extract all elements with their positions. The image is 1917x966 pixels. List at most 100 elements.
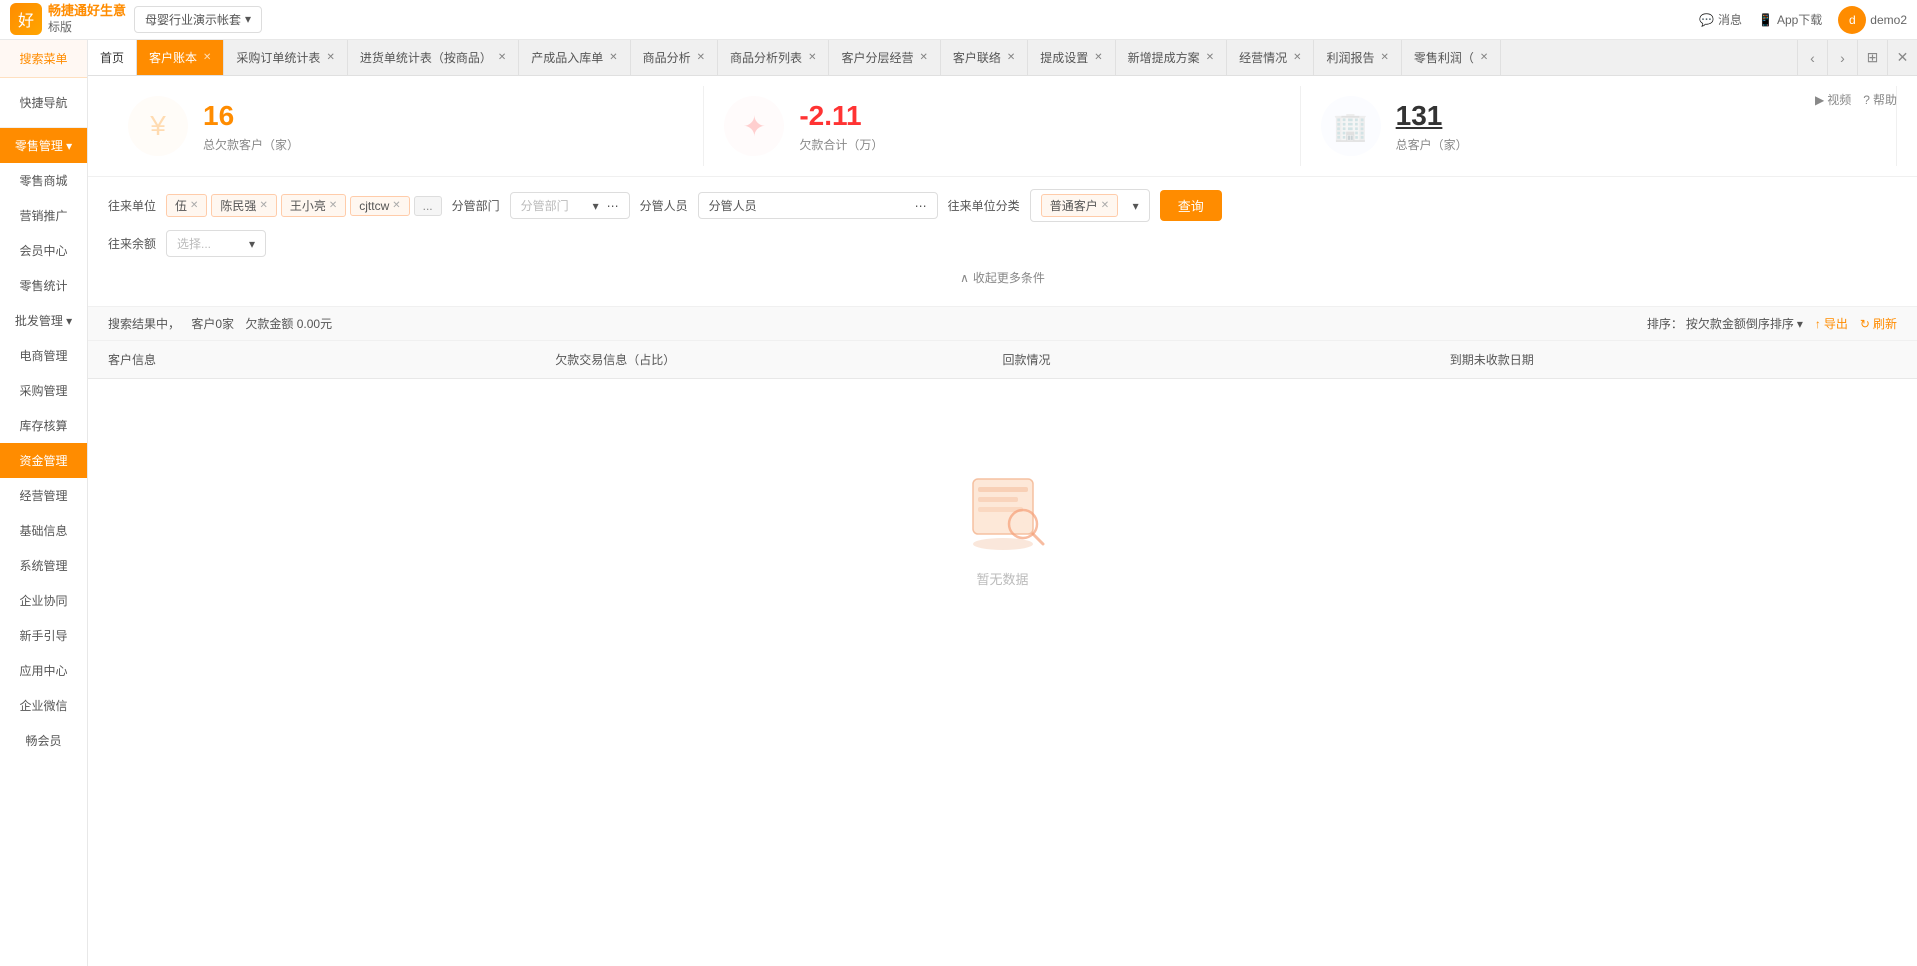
stat-debtors: ¥ 16 总欠款客户（家） (108, 86, 704, 166)
top-bar: 好 畅捷通好生意 标版 母婴行业演示帐套 ▾ 💬 消息 📱 App下载 d de… (0, 0, 1917, 40)
close-icon[interactable]: ✕ (1206, 52, 1214, 63)
tab-goods-analysis-list[interactable]: 商品分析列表 ✕ (718, 40, 829, 75)
filter-area: 往来单位 伍 ✕ 陈民强 ✕ 王小亮 ✕ (88, 177, 1917, 307)
sidebar-item-finance[interactable]: 资金管理 (0, 443, 87, 478)
more-options-icon[interactable]: ⋯ (915, 199, 927, 213)
sort-selector[interactable]: 排序： 按欠款金额倒序排序 ▾ (1647, 315, 1803, 332)
sidebar-item-retail-mgmt[interactable]: 零售管理 ▾ (0, 128, 87, 163)
filter-tag-cjttcw[interactable]: cjttcw ✕ (350, 196, 409, 216)
tab-prev-btn[interactable]: ‹ (1797, 40, 1827, 76)
remove-unit-type[interactable]: ✕ (1101, 200, 1109, 211)
tab-close-all-btn[interactable]: ✕ (1887, 40, 1917, 76)
tab-inbound-stats[interactable]: 进货单统计表（按商品） ✕ (348, 40, 519, 75)
export-btn[interactable]: ↑ 导出 (1815, 315, 1848, 332)
filter-tag-chen[interactable]: 陈民强 ✕ (211, 194, 276, 217)
tab-commission-settings[interactable]: 提成设置 ✕ (1028, 40, 1115, 75)
close-icon[interactable]: ✕ (808, 52, 816, 63)
close-icon[interactable]: ✕ (326, 52, 334, 63)
sidebar-item-enterprise[interactable]: 企业协同 (0, 583, 87, 618)
app-download-btn[interactable]: 📱 App下载 (1758, 11, 1822, 28)
sidebar-item-marketing[interactable]: 营销推广 (0, 198, 87, 233)
filter-tag-more[interactable]: ... (414, 196, 442, 216)
tab-retail-profit[interactable]: 零售利润（ ✕ (1402, 40, 1501, 75)
sidebar-item-inventory[interactable]: 库存核算 (0, 408, 87, 443)
template-selector[interactable]: 母婴行业演示帐套 ▾ (134, 6, 262, 33)
refresh-icon: ↻ (1860, 317, 1870, 331)
stat-debtors-label: 总欠款客户（家） (203, 136, 299, 153)
remove-tag-cjttcw[interactable]: ✕ (392, 200, 400, 211)
sidebar-item-quicknav[interactable]: 快捷导航 (0, 86, 87, 119)
remove-tag-wang[interactable]: ✕ (329, 200, 337, 211)
close-icon[interactable]: ✕ (609, 52, 617, 63)
tab-production-inbound[interactable]: 产成品入库单 ✕ (519, 40, 630, 75)
table-header: 客户信息 欠款交易信息（占比） 回款情况 到期未收款日期 (88, 341, 1917, 379)
more-options-icon[interactable]: ⋯ (607, 199, 619, 213)
results-bar: 搜索结果中， 客户0家 欠款金额 0.00元 排序： 按欠款金额倒序排序 ▾ ↑… (88, 307, 1917, 341)
logo-icon: 好 (10, 3, 42, 35)
refresh-btn[interactable]: ↻ 刷新 (1860, 315, 1897, 332)
tab-next-btn[interactable]: › (1827, 40, 1857, 76)
close-icon[interactable]: ✕ (1381, 52, 1389, 63)
stat-customers-value: 131 (1396, 100, 1468, 132)
close-icon[interactable]: ✕ (1007, 52, 1015, 63)
filter-tag-regular[interactable]: 普通客户 ✕ (1041, 194, 1118, 217)
person-input[interactable]: 分管人员 ⋯ (698, 192, 938, 219)
tab-nav-buttons: ‹ › ⊞ ✕ (1797, 40, 1917, 75)
filter-tag-wang[interactable]: 王小亮 ✕ (281, 194, 346, 217)
data-table: 客户信息 欠款交易信息（占比） 回款情况 到期未收款日期 (88, 341, 1917, 668)
sidebar-item-wechat[interactable]: 企业微信 (0, 688, 87, 723)
tab-goods-analysis[interactable]: 商品分析 ✕ (631, 40, 718, 75)
close-icon[interactable]: ✕ (203, 52, 211, 63)
content-area: 首页 客户账本 ✕ 采购订单统计表 ✕ 进货单统计表（按商品） ✕ 产成品入库单… (88, 40, 1917, 966)
chevron-down-icon: ▾ (249, 237, 255, 251)
close-icon[interactable]: ✕ (1293, 52, 1301, 63)
sidebar-item-member-center[interactable]: 会员中心 (0, 233, 87, 268)
query-btn[interactable]: 查询 (1160, 190, 1222, 221)
tab-customer-contact[interactable]: 客户联络 ✕ (941, 40, 1028, 75)
video-help-btn[interactable]: ▶ 视频 (1815, 91, 1851, 108)
tab-new-commission[interactable]: 新增提成方案 ✕ (1116, 40, 1227, 75)
tab-profit-report[interactable]: 利润报告 ✕ (1314, 40, 1401, 75)
empty-svg (943, 459, 1063, 559)
close-icon[interactable]: ✕ (1094, 52, 1102, 63)
messages-btn[interactable]: 💬 消息 (1699, 11, 1742, 28)
sidebar-item-ecommerce[interactable]: 电商管理 (0, 338, 87, 373)
sidebar-item-member[interactable]: 畅会员 (0, 723, 87, 758)
tab-home[interactable]: 首页 (88, 40, 137, 75)
remove-tag-wu[interactable]: ✕ (190, 200, 198, 211)
sidebar-item-operations[interactable]: 经营管理 (0, 478, 87, 513)
person-filter-label: 分管人员 (640, 197, 688, 214)
tab-customer-ledger[interactable]: 客户账本 ✕ (137, 40, 224, 75)
unit-type-select[interactable]: 普通客户 ✕ ▾ (1030, 189, 1150, 222)
user-avatar[interactable]: d demo2 (1838, 6, 1907, 34)
tab-more-btn[interactable]: ⊞ (1857, 40, 1887, 76)
stat-customers-icon: 🏢 (1321, 96, 1381, 156)
sidebar-item-purchase[interactable]: 采购管理 (0, 373, 87, 408)
stat-debtors-icon: ¥ (128, 96, 188, 156)
sidebar-item-system[interactable]: 系统管理 (0, 548, 87, 583)
remove-tag-chen[interactable]: ✕ (259, 200, 267, 211)
balance-select[interactable]: 选择... ▾ (166, 230, 266, 257)
sidebar-item-retail-mall[interactable]: 零售商城 (0, 163, 87, 198)
stat-debtors-numbers: 16 总欠款客户（家） (203, 100, 299, 153)
sidebar-item-wholesale-mgmt[interactable]: 批发管理 ▾ (0, 303, 87, 338)
dept-select[interactable]: 分管部门 ▾ ⋯ (510, 192, 630, 219)
sidebar-item-retail-stats[interactable]: 零售统计 (0, 268, 87, 303)
collapse-filter-btn[interactable]: ∧ 收起更多条件 (108, 265, 1897, 290)
sidebar-item-newbie-guide[interactable]: 新手引导 (0, 618, 87, 653)
close-icon[interactable]: ✕ (1480, 52, 1488, 63)
help-btn[interactable]: ? 帮助 (1863, 91, 1897, 108)
tab-operations[interactable]: 经营情况 ✕ (1227, 40, 1314, 75)
close-icon[interactable]: ✕ (919, 52, 927, 63)
empty-text: 暂无数据 (976, 569, 1028, 588)
filter-tag-wu[interactable]: 伍 ✕ (166, 194, 207, 217)
top-bar-right: 💬 消息 📱 App下载 d demo2 (1699, 6, 1907, 34)
tab-customer-tier[interactable]: 客户分层经营 ✕ (829, 40, 940, 75)
sidebar-search[interactable]: 搜索菜单 (0, 40, 87, 78)
main-layout: 搜索菜单 快捷导航 零售管理 ▾ 零售商城 营销推广 会员中心 零售统计 批发管… (0, 40, 1917, 966)
sidebar-item-app-center[interactable]: 应用中心 (0, 653, 87, 688)
tab-purchase-order-stats[interactable]: 采购订单统计表 ✕ (224, 40, 347, 75)
close-icon[interactable]: ✕ (697, 52, 705, 63)
close-icon[interactable]: ✕ (498, 52, 506, 63)
sidebar-item-basic-info[interactable]: 基础信息 (0, 513, 87, 548)
